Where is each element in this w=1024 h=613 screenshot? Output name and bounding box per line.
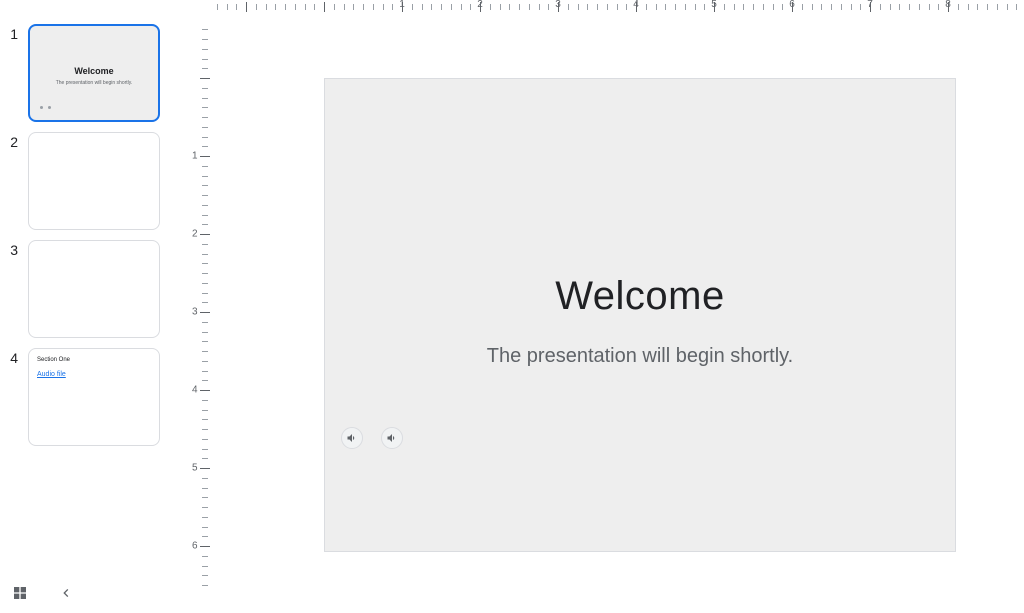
ruler-number: 2 bbox=[192, 229, 198, 240]
thumb-row: 2 bbox=[0, 132, 180, 230]
chevron-left-icon bbox=[58, 585, 74, 601]
ruler-number: 5 bbox=[192, 463, 198, 474]
ruler-number: 1 bbox=[399, 0, 405, 10]
slide-thumbnail-link: Audio file bbox=[37, 371, 66, 378]
volume-icon bbox=[346, 432, 358, 444]
horizontal-ruler: 1 2 3 4 5 6 7 8 bbox=[190, 0, 1024, 20]
ruler-number: 3 bbox=[192, 307, 198, 318]
slide-title[interactable]: Welcome bbox=[325, 274, 955, 319]
ruler-number: 6 bbox=[192, 541, 198, 552]
audio-object-2[interactable] bbox=[381, 427, 403, 449]
slide-thumbnail-4[interactable]: Section One Audio file bbox=[28, 348, 160, 446]
thumb-row: 3 bbox=[0, 240, 180, 338]
slide-thumbnail-heading: Section One bbox=[37, 357, 70, 363]
collapse-filmstrip-button[interactable] bbox=[54, 581, 78, 605]
slide-thumbnail-2[interactable] bbox=[28, 132, 160, 230]
app-root: 1 Welcome The presentation will begin sh… bbox=[0, 0, 1024, 613]
ruler-number: 8 bbox=[945, 0, 951, 10]
volume-icon bbox=[386, 432, 398, 444]
ruler-number: 4 bbox=[192, 385, 198, 396]
ruler-number: 4 bbox=[633, 0, 639, 10]
bottom-toolbar bbox=[8, 581, 78, 605]
ruler-number: 2 bbox=[477, 0, 483, 10]
audio-object-1[interactable] bbox=[341, 427, 363, 449]
slide-number: 3 bbox=[0, 240, 28, 258]
slide-thumbnail-3[interactable] bbox=[28, 240, 160, 338]
slide-thumbnail-subtitle: The presentation will begin shortly. bbox=[30, 80, 158, 86]
thumb-row: 1 Welcome The presentation will begin sh… bbox=[0, 24, 180, 122]
slide-thumbnail-1[interactable]: Welcome The presentation will begin shor… bbox=[28, 24, 160, 122]
vertical-ruler: 1 2 3 4 5 6 bbox=[190, 20, 214, 593]
slide-canvas[interactable]: Welcome The presentation will begin shor… bbox=[324, 78, 956, 552]
slide-subtitle[interactable]: The presentation will begin shortly. bbox=[325, 345, 955, 368]
ruler-number: 1 bbox=[192, 151, 198, 162]
grid-view-icon bbox=[12, 585, 28, 601]
grid-view-button[interactable] bbox=[8, 581, 32, 605]
canvas-area[interactable]: Welcome The presentation will begin shor… bbox=[214, 20, 1024, 593]
slide-thumbnail-title: Welcome bbox=[30, 66, 158, 76]
ruler-number: 3 bbox=[555, 0, 561, 10]
filmstrip: 1 Welcome The presentation will begin sh… bbox=[0, 0, 180, 560]
ruler-number: 7 bbox=[867, 0, 873, 10]
ruler-number: 5 bbox=[711, 0, 717, 10]
ruler-number: 6 bbox=[789, 0, 795, 10]
slide-number: 2 bbox=[0, 132, 28, 150]
thumb-row: 4 Section One Audio file bbox=[0, 348, 180, 446]
slide-number: 4 bbox=[0, 348, 28, 366]
audio-dot bbox=[40, 106, 43, 109]
slide-number: 1 bbox=[0, 24, 28, 42]
audio-dot bbox=[48, 106, 51, 109]
